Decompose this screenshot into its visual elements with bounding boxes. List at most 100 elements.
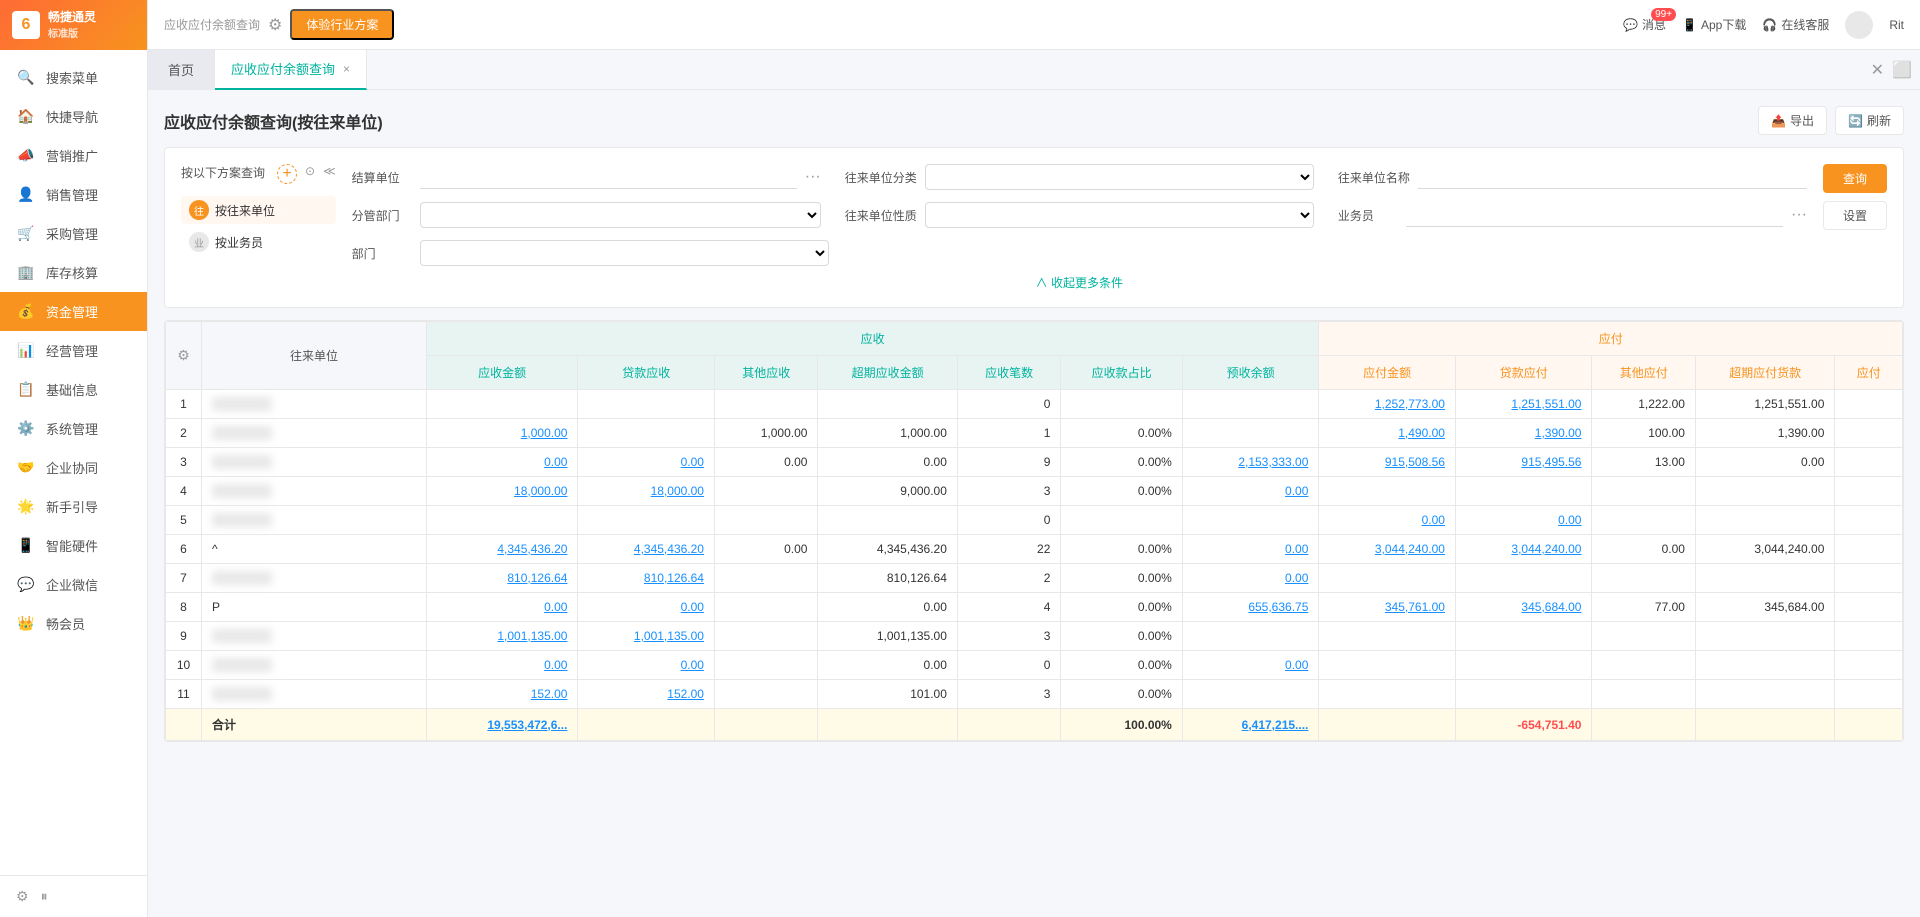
- refresh-button[interactable]: 🔄 刷新: [1835, 106, 1904, 135]
- query-button[interactable]: 查询: [1823, 164, 1887, 193]
- sidebar-item-purchase[interactable]: 🛒采购管理: [0, 214, 147, 253]
- pay_amt-cell[interactable]: 1,490.00: [1319, 419, 1456, 448]
- sidebar-item-hardware[interactable]: 📱智能硬件: [0, 526, 147, 565]
- filter-add-button[interactable]: +: [277, 164, 297, 184]
- loan_recv-cell[interactable]: 0.00: [578, 448, 715, 477]
- tab-receivable-payable[interactable]: 应收应付余额查询 ×: [215, 50, 367, 90]
- sidebar-item-sales[interactable]: 👤销售管理: [0, 175, 147, 214]
- loan_pay-cell[interactable]: 1,251,551.00: [1455, 390, 1592, 419]
- recv_amt-cell[interactable]: 18,000.00: [426, 477, 578, 506]
- scheme-by-salesperson[interactable]: 业 按业务员: [181, 228, 336, 256]
- overdue_recv-cell: 4,345,436.20: [818, 535, 957, 564]
- page-header: 应收应付余额查询(按往来单位) 📤 导出 🔄 刷新: [164, 106, 1904, 135]
- pay_amt-cell[interactable]: 915,508.56: [1319, 448, 1456, 477]
- filter-collapse-icon[interactable]: ≪: [323, 164, 336, 178]
- export-button[interactable]: 📤 导出: [1758, 106, 1827, 135]
- sidebar-settings-icon[interactable]: ⚙: [16, 888, 29, 905]
- sidebar-item-basic[interactable]: 📋基础信息: [0, 370, 147, 409]
- prepay_bal-cell[interactable]: 0.00: [1182, 477, 1319, 506]
- settlement-unit-input[interactable]: [420, 166, 797, 189]
- loan_recv-cell: [578, 390, 715, 419]
- pay_amt-cell: [1319, 651, 1456, 680]
- recv_amt-cell[interactable]: 4,345,436.20: [426, 535, 578, 564]
- recv_amt-cell[interactable]: 0.00: [426, 448, 578, 477]
- filter-more-btn[interactable]: ∧ 收起更多条件: [352, 274, 1807, 291]
- sidebar-item-finance[interactable]: 💰资金管理: [0, 292, 147, 331]
- messages-button[interactable]: 💬 消息 99+: [1623, 16, 1666, 33]
- dept-select[interactable]: [420, 240, 829, 266]
- promo-button[interactable]: 体验行业方案: [290, 9, 394, 40]
- prepay_bal-cell[interactable]: 0.00: [1182, 564, 1319, 593]
- prepay_bal-cell[interactable]: 0.00: [1182, 535, 1319, 564]
- filter-settings-icon[interactable]: ⊙: [305, 164, 315, 178]
- online-service-button[interactable]: 🎧 在线客服: [1762, 16, 1829, 33]
- filter-label: 按以下方案查询: [181, 164, 265, 181]
- table-settings-icon[interactable]: ⚙: [177, 347, 190, 363]
- tab-close-icon[interactable]: ×: [343, 62, 350, 76]
- salesperson-input[interactable]: [1406, 204, 1783, 227]
- loan_recv-cell[interactable]: 0.00: [578, 651, 715, 680]
- pay_amt-cell[interactable]: 0.00: [1319, 506, 1456, 535]
- recv_amt-cell[interactable]: 1,000.00: [426, 419, 578, 448]
- sidebar-label-search: 搜索菜单: [46, 68, 98, 87]
- loan_recv-cell[interactable]: 1,001,135.00: [578, 622, 715, 651]
- recv_amt-cell[interactable]: 0.00: [426, 651, 578, 680]
- username[interactable]: Rit: [1889, 18, 1904, 32]
- sidebar-item-enterprise[interactable]: 🤝企业协同: [0, 448, 147, 487]
- partner-name-cell: xxxxxxxxxx: [202, 506, 427, 535]
- loan_recv-cell[interactable]: 152.00: [578, 680, 715, 709]
- dept-mgr-select[interactable]: [420, 202, 821, 228]
- loan_recv-cell[interactable]: 810,126.64: [578, 564, 715, 593]
- table-row: 2xxxxxxxxxx1,000.001,000.001,000.0010.00…: [166, 419, 1903, 448]
- window-close-icon[interactable]: ✕: [1871, 60, 1884, 80]
- sidebar-item-guide[interactable]: 🌟新手引导: [0, 487, 147, 526]
- sidebar-item-quick[interactable]: 🏠快捷导航: [0, 97, 147, 136]
- settlement-unit-dots[interactable]: ···: [805, 168, 821, 186]
- loan_pay-cell[interactable]: 3,044,240.00: [1455, 535, 1592, 564]
- prepay_bal-cell[interactable]: 0.00: [1182, 651, 1319, 680]
- sidebar-collapse-icon[interactable]: ⏸: [41, 888, 48, 905]
- recv_ratio-cell: 0.00%: [1061, 622, 1182, 651]
- loan_pay-cell[interactable]: 915,495.56: [1455, 448, 1592, 477]
- sidebar-item-search[interactable]: 🔍搜索菜单: [0, 58, 147, 97]
- total-prepay-bal[interactable]: 6,417,215....: [1182, 709, 1319, 741]
- window-maximize-icon[interactable]: ⬜: [1892, 60, 1912, 80]
- prepay_bal-cell[interactable]: 655,636.75: [1182, 593, 1319, 622]
- recv_amt-cell[interactable]: 810,126.64: [426, 564, 578, 593]
- loan_pay-cell[interactable]: 1,390.00: [1455, 419, 1592, 448]
- sidebar-item-marketing[interactable]: 📣营销推广: [0, 136, 147, 175]
- avatar[interactable]: [1845, 11, 1873, 39]
- loan_recv-cell[interactable]: 4,345,436.20: [578, 535, 715, 564]
- settings-button[interactable]: 设置: [1823, 201, 1887, 230]
- prepay_bal-cell: [1182, 622, 1319, 651]
- recv_amt-cell[interactable]: 152.00: [426, 680, 578, 709]
- filter-panel: 按以下方案查询 + ⊙ ≪ 往 按往来单位 业 按业务员: [164, 147, 1904, 308]
- sidebar-item-inventory[interactable]: 🏢库存核算: [0, 253, 147, 292]
- pay_amt-cell[interactable]: 345,761.00: [1319, 593, 1456, 622]
- pay_tail-cell: [1835, 419, 1903, 448]
- app-download-button[interactable]: 📱 App下载: [1682, 16, 1746, 33]
- loan_pay-cell[interactable]: 345,684.00: [1455, 593, 1592, 622]
- total-recv-amt[interactable]: 19,553,472,6...: [426, 709, 578, 741]
- loan_pay-cell[interactable]: 0.00: [1455, 506, 1592, 535]
- tab-home[interactable]: 首页: [148, 50, 215, 90]
- partner-nature-select[interactable]: [925, 202, 1314, 228]
- loan_recv-cell[interactable]: 0.00: [578, 593, 715, 622]
- sidebar-item-system[interactable]: ⚙️系统管理: [0, 409, 147, 448]
- scheme-by-partner[interactable]: 往 按往来单位: [181, 196, 336, 224]
- header-gear-icon[interactable]: ⚙: [268, 15, 282, 35]
- other_pay-cell: [1592, 622, 1695, 651]
- loan_recv-cell[interactable]: 18,000.00: [578, 477, 715, 506]
- salesperson-dots[interactable]: ···: [1791, 206, 1807, 224]
- prepay_bal-cell[interactable]: 2,153,333.00: [1182, 448, 1319, 477]
- recv_amt-cell[interactable]: 0.00: [426, 593, 578, 622]
- partner-category-select[interactable]: [925, 164, 1314, 190]
- sidebar-item-operations[interactable]: 📊经营管理: [0, 331, 147, 370]
- prepay_bal-cell: [1182, 680, 1319, 709]
- pay_amt-cell[interactable]: 1,252,773.00: [1319, 390, 1456, 419]
- recv_amt-cell[interactable]: 1,001,135.00: [426, 622, 578, 651]
- sidebar-item-wechat[interactable]: 💬企业微信: [0, 565, 147, 604]
- pay_amt-cell[interactable]: 3,044,240.00: [1319, 535, 1456, 564]
- sidebar-item-member[interactable]: 👑畅会员: [0, 604, 147, 643]
- partner-name-input[interactable]: [1418, 166, 1807, 189]
